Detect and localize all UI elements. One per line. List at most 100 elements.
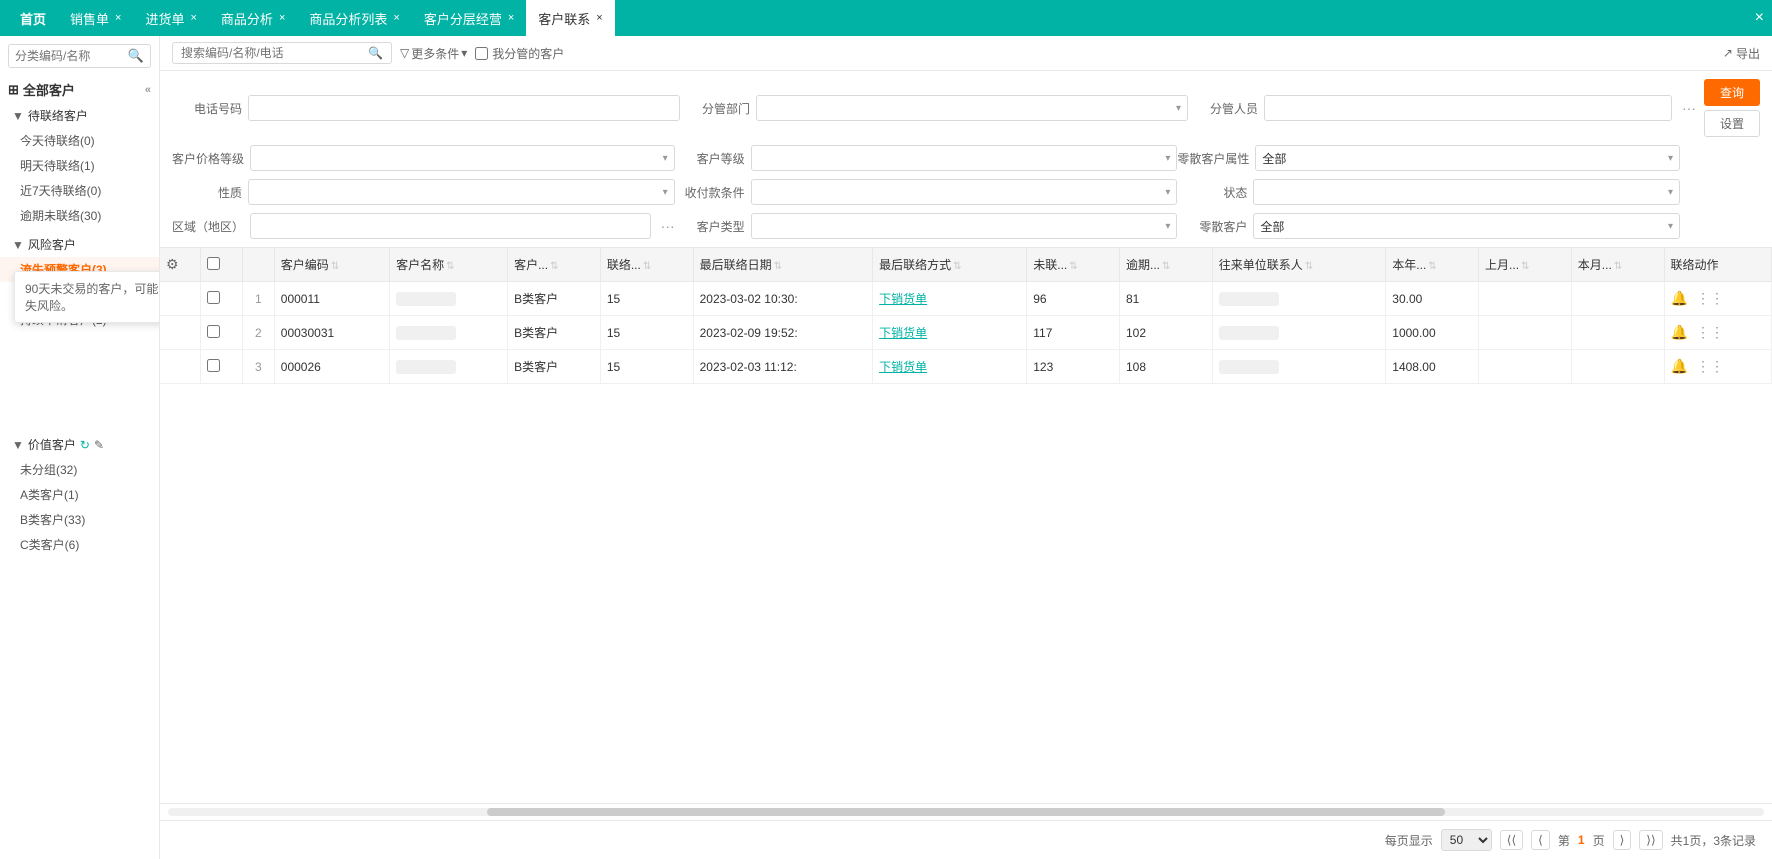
sidebar-item-ungrouped[interactable]: 未分组(32) (0, 457, 159, 482)
last-page-button[interactable]: ⟩⟩ (1639, 830, 1662, 850)
nav-purchase[interactable]: 进货单 × (133, 0, 208, 36)
more-action-icon[interactable]: ⋮⋮ (1696, 290, 1724, 307)
sidebar-search-input[interactable] (15, 49, 128, 63)
name-blurred (396, 292, 456, 306)
last-contact-method-cell[interactable]: 下销货单 (873, 316, 1027, 350)
prev-page-button[interactable]: ⟨ (1531, 830, 1550, 850)
filter-search-icon[interactable]: 🔍 (368, 46, 383, 60)
contact-col-header[interactable]: 联络...⇅ (600, 248, 693, 282)
nav-sales[interactable]: 销售单 × (58, 0, 133, 36)
row-checkbox[interactable] (207, 291, 220, 304)
nature-select[interactable]: ▾ (248, 179, 675, 205)
dept-select[interactable]: ▾ (756, 95, 1188, 121)
last-contact-date-col-header[interactable]: 最后联络日期⇅ (693, 248, 873, 282)
filter-search-input[interactable] (181, 46, 364, 60)
checkbox-cell[interactable] (200, 282, 242, 316)
sidebar-item-week[interactable]: 近7天待联络(0) (0, 178, 159, 203)
more-action-icon[interactable]: ⋮⋮ (1696, 358, 1724, 375)
horizontal-scrollbar[interactable] (168, 808, 1764, 816)
last-contact-method-cell[interactable]: 下销货单 (873, 282, 1027, 316)
nav-product-analysis-list[interactable]: 商品分析列表 × (297, 0, 411, 36)
scrollbar-thumb[interactable] (487, 808, 1445, 816)
contact-action-icon[interactable]: 🔔 (1671, 358, 1688, 375)
nav-customer-contact-close[interactable]: × (596, 12, 602, 24)
payment-select[interactable]: ▾ (751, 179, 1178, 205)
customer-level-select[interactable]: ▾ (751, 145, 1178, 171)
sidebar-group-pending-title[interactable]: ▼ 待联络客户 (0, 103, 159, 128)
retail-select[interactable]: 全部▾ (1253, 213, 1680, 239)
filter-cell-phone: 电话号码 (172, 95, 680, 121)
checkbox-cell[interactable] (200, 350, 242, 384)
code-col-header[interactable]: 客户编码⇅ (274, 248, 389, 282)
contact-method-link[interactable]: 下销货单 (879, 292, 927, 306)
phone-input[interactable] (248, 95, 680, 121)
nav-customer-layer[interactable]: 客户分层经营 × (412, 0, 526, 36)
nav-product-analysis[interactable]: 商品分析 × (209, 0, 297, 36)
nav-product-analysis-list-close[interactable]: × (393, 12, 399, 24)
sidebar-group-valued-title[interactable]: ▼ 价值客户 ↻ ✎ (0, 432, 159, 457)
sidebar-all-customers[interactable]: ⊞ 全部客户 « (0, 76, 159, 103)
nav-product-analysis-close[interactable]: × (279, 12, 285, 24)
checkbox-col[interactable] (200, 248, 242, 282)
more-action-icon[interactable]: ⋮⋮ (1696, 324, 1724, 341)
more-conditions-button[interactable]: ▽ 更多条件 ▾ (400, 45, 467, 62)
no-contact-col-header[interactable]: 未联...⇅ (1027, 248, 1120, 282)
last-month-col-header[interactable]: 上月...⇅ (1479, 248, 1572, 282)
this-month-col-header[interactable]: 本月...⇅ (1571, 248, 1664, 282)
valued-refresh-icon[interactable]: ↻ (80, 438, 90, 452)
first-page-button[interactable]: ⟨⟨ (1500, 830, 1523, 850)
sidebar-item-tomorrow[interactable]: 明天待联络(1) (0, 153, 159, 178)
sidebar-search-icon[interactable]: 🔍 (128, 48, 144, 64)
contact-action-icon[interactable]: 🔔 (1671, 290, 1688, 307)
sidebar-item-class-a[interactable]: A类客户(1) (0, 482, 159, 507)
region-dots[interactable]: ··· (661, 218, 675, 234)
nav-purchase-close[interactable]: × (190, 12, 196, 24)
my-customers-check[interactable] (475, 47, 488, 60)
window-close-button[interactable]: × (1755, 9, 1764, 27)
settings-icon[interactable]: ⚙ (166, 256, 179, 272)
sidebar-group-risk-title[interactable]: ▼ 风险客户 (0, 232, 159, 257)
this-year-col-header[interactable]: 本年...⇅ (1386, 248, 1479, 282)
nav-customer-contact[interactable]: 客户联系 × (526, 0, 614, 36)
my-customers-checkbox[interactable]: 我分管的客户 (475, 45, 564, 62)
select-all-checkbox[interactable] (207, 257, 220, 270)
filter-search-box[interactable]: 🔍 (172, 42, 392, 64)
unit-contact-col-header[interactable]: 往来单位联系人⇅ (1212, 248, 1386, 282)
sidebar-item-today[interactable]: 今天待联络(0) (0, 128, 159, 153)
region-input[interactable] (250, 213, 651, 239)
nav-sales-close[interactable]: × (115, 12, 121, 24)
retail-attr-select[interactable]: 全部▾ (1255, 145, 1680, 171)
contact-cell: 15 (600, 350, 693, 384)
name-col-header[interactable]: 客户名称⇅ (390, 248, 508, 282)
row-checkbox[interactable] (207, 359, 220, 372)
sidebar-item-class-b[interactable]: B类客户(33) (0, 507, 159, 532)
next-page-button[interactable]: ⟩ (1613, 830, 1632, 850)
sidebar-collapse-icon[interactable]: « (145, 84, 151, 96)
sidebar-item-overdue[interactable]: 逾期未联络(30) (0, 203, 159, 228)
sidebar-item-class-c[interactable]: C类客户(6) (0, 532, 159, 557)
contact-method-link[interactable]: 下销货单 (879, 360, 927, 374)
manager-input[interactable] (1264, 95, 1672, 121)
export-button[interactable]: ↗ 导出 (1723, 45, 1760, 62)
contact-method-link[interactable]: 下销货单 (879, 326, 927, 340)
last-contact-method-col-header[interactable]: 最后联络方式⇅ (873, 248, 1027, 282)
nav-customer-layer-close[interactable]: × (508, 12, 514, 24)
settings-col[interactable]: ⚙ (160, 248, 200, 282)
checkbox-cell[interactable] (200, 316, 242, 350)
overdue-col-header[interactable]: 逾期...⇅ (1120, 248, 1213, 282)
type-cell: B类客户 (508, 282, 601, 316)
contact-action-icon[interactable]: 🔔 (1671, 324, 1688, 341)
nav-home[interactable]: 首页 (8, 0, 58, 36)
type-col-header[interactable]: 客户...⇅ (508, 248, 601, 282)
last-contact-method-cell[interactable]: 下销货单 (873, 350, 1027, 384)
row-checkbox[interactable] (207, 325, 220, 338)
per-page-select[interactable]: 50 100 200 (1441, 829, 1492, 851)
setting-button[interactable]: 设置 (1704, 110, 1760, 137)
valued-edit-icon[interactable]: ✎ (94, 438, 104, 452)
price-level-select[interactable]: ▾ (250, 145, 675, 171)
query-button[interactable]: 查询 (1704, 79, 1760, 106)
customer-type-select[interactable]: ▾ (751, 213, 1178, 239)
sidebar-search-box[interactable]: 🔍 (8, 44, 151, 68)
manager-dots[interactable]: ··· (1682, 100, 1696, 116)
status-select[interactable]: ▾ (1253, 179, 1680, 205)
